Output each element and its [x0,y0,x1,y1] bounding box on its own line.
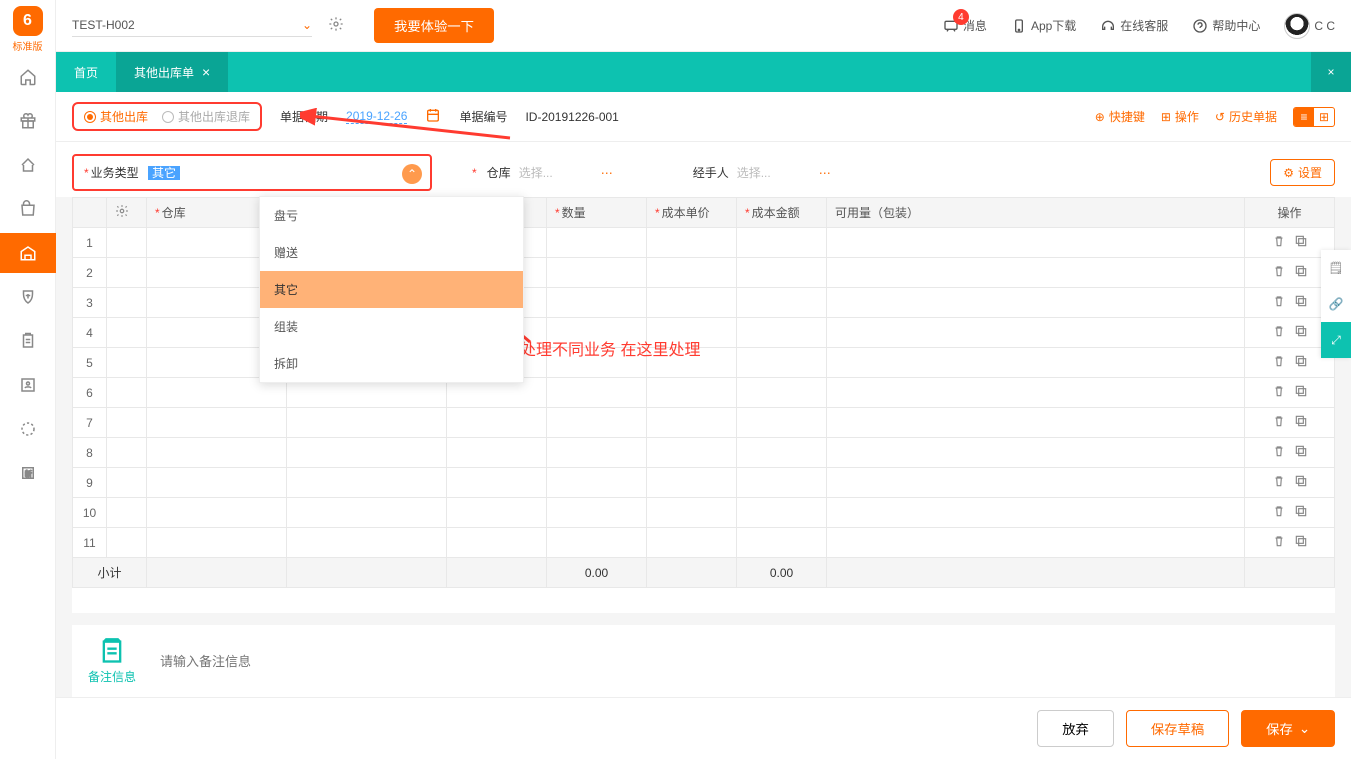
help-center-link[interactable]: 帮助中心 [1192,17,1260,34]
save-draft-button[interactable]: 保存草稿 [1126,710,1229,747]
dropdown-option[interactable]: 组装 [260,308,523,345]
document-toolbar: 其他出库 其他出库退库 单据日期 2019-12-26 单据编号 ID-2019… [56,92,1351,142]
online-support-link[interactable]: 在线客服 [1100,17,1168,34]
column-settings-icon[interactable] [107,198,147,228]
trial-button[interactable]: 我要体验一下 [374,8,494,43]
grid-view-icon[interactable]: ⊞ [1314,108,1334,126]
footer-actions: 放弃 保存草稿 保存⌄ [56,697,1351,759]
remark-section: 备注信息 [72,625,1335,697]
avatar [1284,13,1310,39]
doc-no-label: 单据编号 [459,108,507,125]
handler-field[interactable]: 经手人 选择... ⋯ [693,164,831,181]
note-icon[interactable]: 🗒 [1321,250,1351,286]
chevron-down-icon: ⌄ [1299,721,1310,737]
link-icon[interactable]: 🔗 [1321,286,1351,322]
more-icon[interactable]: ⋯ [819,166,831,180]
row-ops[interactable] [1245,438,1335,468]
nav-money-icon[interactable] [0,277,56,317]
subtotal-row: 小计 0.00 0.00 [73,558,1335,588]
tenant-name: TEST-H002 [72,18,135,32]
save-button[interactable]: 保存⌄ [1241,710,1335,747]
dropdown-option[interactable]: 拆卸 [260,345,523,382]
nav-clipboard-icon[interactable] [0,321,56,361]
annotation-text-2: 处理不同业务 在这里处理 [520,336,700,360]
business-type-value: 其它 [148,166,180,180]
nav-gift-icon[interactable] [0,101,56,141]
message-count-badge: 4 [953,9,969,25]
tab-bar: 首页 其他出库单 × × [56,52,1351,92]
dropdown-option-selected[interactable]: 其它 [260,271,523,308]
form-row: *业务类型 其它 ⌃ 盘亏 赠送 其它 组装 拆卸 *仓库 选择... ⋯ 经手… [56,142,1351,197]
nav-up-icon[interactable] [0,145,56,185]
left-nav-rail: 6 标准版 新 [0,0,56,759]
table-row[interactable]: 8 [73,438,1335,468]
user-menu[interactable]: C C [1284,13,1335,39]
tab-other-outbound[interactable]: 其他出库单 × [116,52,228,92]
nav-user-icon[interactable] [0,365,56,405]
more-icon[interactable]: ⋯ [601,166,613,180]
row-ops[interactable] [1245,408,1335,438]
app-download-link[interactable]: App下载 [1011,17,1076,34]
table-row[interactable]: 10 [73,498,1335,528]
expand-icon[interactable]: ⤢ [1321,322,1351,358]
nav-home-icon[interactable] [0,57,56,97]
tab-home[interactable]: 首页 [56,52,116,92]
date-label: 单据日期 [280,108,328,125]
row-ops[interactable] [1245,498,1335,528]
close-all-tabs[interactable]: × [1311,52,1351,92]
table-row[interactable]: 11 [73,528,1335,558]
business-type-dropdown: 盘亏 赠送 其它 组装 拆卸 [259,196,524,383]
svg-text:新: 新 [25,469,32,478]
business-type-field[interactable]: *业务类型 其它 ⌃ 盘亏 赠送 其它 组装 拆卸 [72,154,432,191]
top-bar: TEST-H002 ⌄ 我要体验一下 消息 4 App下载 在线客服 帮助中心 [56,0,1351,52]
floating-tool-rail: 🗒 🔗 ⤢ [1321,250,1351,358]
list-view-icon[interactable]: ≡ [1294,108,1314,126]
row-ops[interactable] [1245,528,1335,558]
gear-icon: ⚙ [1283,166,1294,180]
nav-new-icon[interactable]: 新 [0,453,56,493]
nav-cart-icon[interactable] [0,189,56,229]
edition-badge: 标准版 [13,38,43,53]
gear-icon[interactable] [328,16,344,35]
radio-outbound[interactable]: 其他出库 [84,108,148,125]
shortcut-link[interactable]: ⊕快捷键 [1095,108,1145,125]
remark-icon: 备注信息 [88,637,136,685]
chevron-down-icon: ⌄ [302,18,312,32]
outbound-type-radio-group: 其他出库 其他出库退库 [72,102,262,131]
dropdown-option[interactable]: 赠送 [260,234,523,271]
tenant-selector[interactable]: TEST-H002 ⌄ [72,14,312,37]
settings-button[interactable]: ⚙ 设置 [1270,159,1335,186]
messages-link[interactable]: 消息 4 [943,17,987,34]
chevron-up-icon[interactable]: ⌃ [402,164,422,184]
radio-outbound-return[interactable]: 其他出库退库 [162,108,250,125]
calendar-icon[interactable] [425,107,441,126]
nav-warehouse-icon[interactable] [0,233,56,273]
doc-no-value: ID-20191226-001 [525,110,618,124]
nav-sync-icon[interactable] [0,409,56,449]
view-toggle[interactable]: ≡ ⊞ [1293,107,1335,127]
dropdown-option[interactable]: 盘亏 [260,197,523,234]
warehouse-field[interactable]: *仓库 选择... ⋯ [472,164,613,181]
discard-button[interactable]: 放弃 [1037,710,1114,747]
table-row[interactable]: 9 [73,468,1335,498]
remark-input[interactable] [160,654,1319,669]
operate-link[interactable]: ⊞操作 [1161,108,1199,125]
close-icon[interactable]: × [202,64,210,80]
date-value[interactable]: 2019-12-26 [346,109,407,124]
table-row[interactable]: 7 [73,408,1335,438]
row-ops[interactable] [1245,468,1335,498]
history-link[interactable]: ↺历史单据 [1215,108,1277,125]
row-ops[interactable] [1245,378,1335,408]
app-logo: 6 [13,6,43,36]
